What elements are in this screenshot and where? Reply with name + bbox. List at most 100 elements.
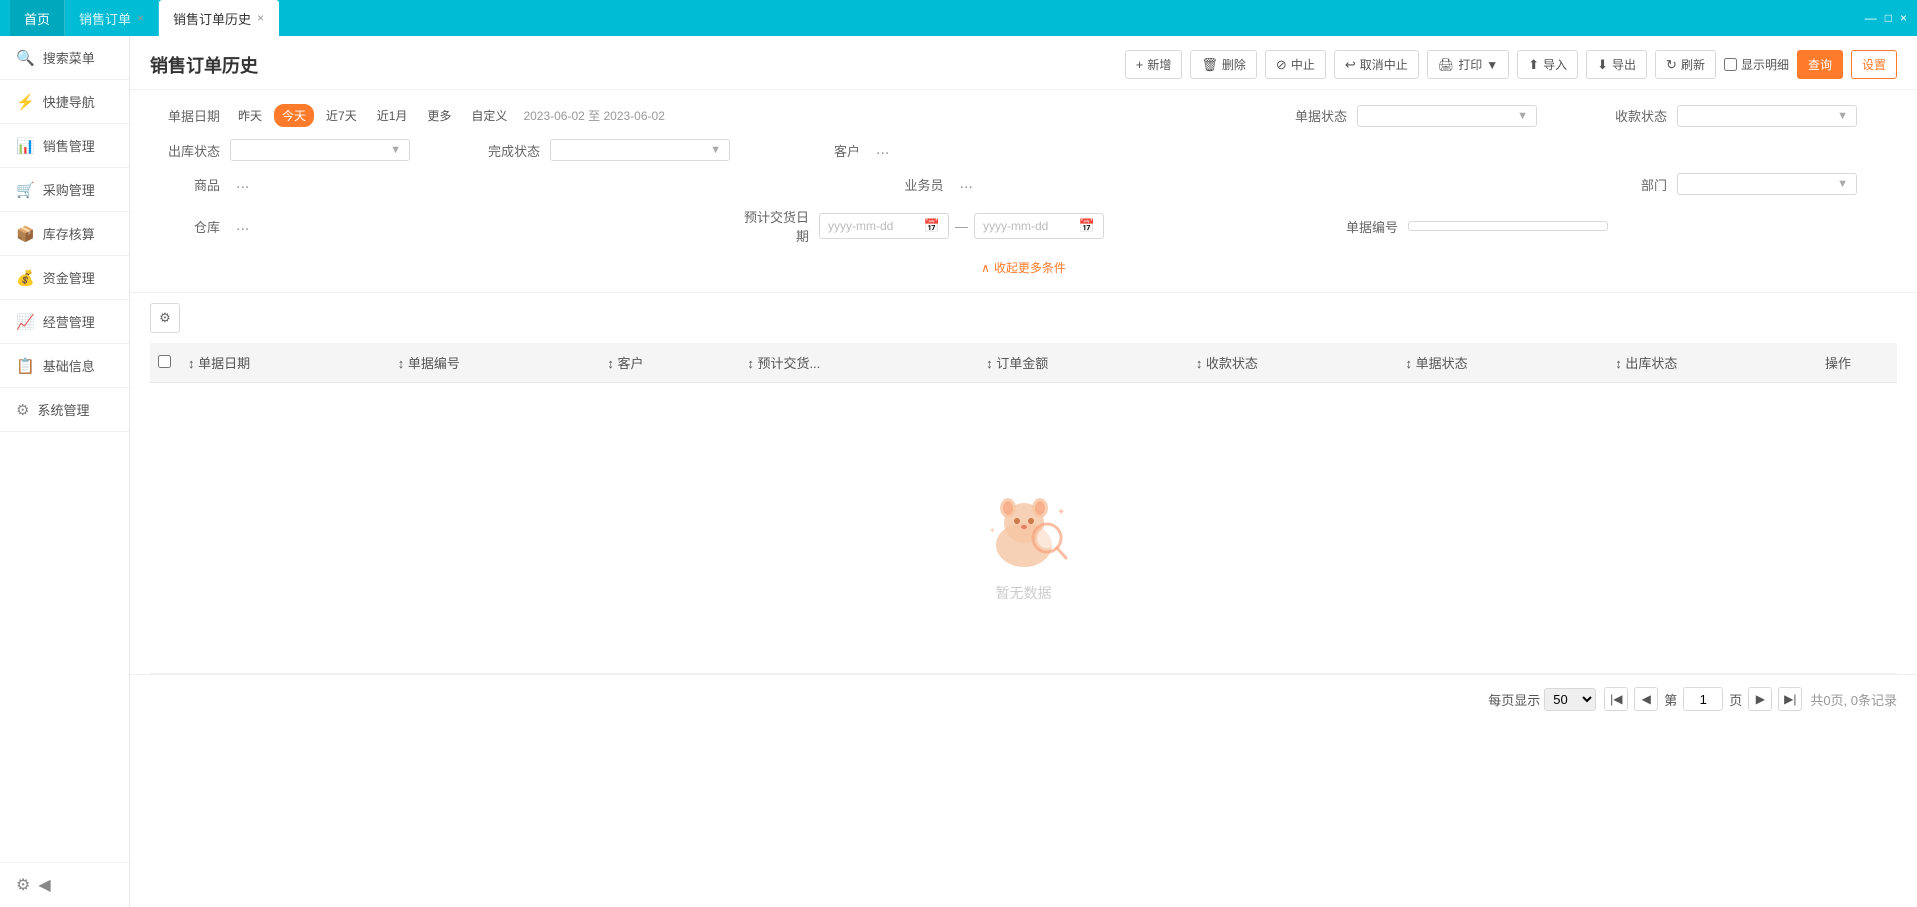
cancel-stop-icon: ↩	[1345, 57, 1356, 73]
date-range-display: 2023-06-02 至 2023-06-02	[523, 107, 664, 124]
filter-row-1: 单据日期 昨天 今天 近7天 近1月 更多 自定义 2023-06-02 至 2…	[150, 104, 1897, 127]
delivery-status-label: 出库状态	[150, 141, 230, 160]
date-btn-7days[interactable]: 近7天	[318, 104, 365, 127]
sidebar-item-operations[interactable]: 📈 经营管理	[0, 300, 129, 344]
finance-icon: 💰	[16, 269, 35, 287]
delete-label: 删除	[1222, 56, 1246, 73]
department-select[interactable]: ▼	[1677, 173, 1857, 195]
complete-status-select[interactable]: ▼	[550, 139, 730, 161]
sidebar-item-system[interactable]: ⚙ 系统管理	[0, 388, 129, 432]
print-button[interactable]: 🖨 打印 ▼	[1427, 50, 1509, 79]
col-date[interactable]: ↕ 单据日期	[180, 343, 390, 383]
col-amount-label: ↕ 订单金额	[986, 356, 1048, 371]
tab-sales-order[interactable]: 销售订单 ×	[65, 0, 159, 36]
current-page-input[interactable]	[1683, 687, 1723, 711]
sidebar-item-purchase[interactable]: 🛒 采购管理	[0, 168, 129, 212]
complete-status-control: ▼	[550, 139, 770, 161]
empty-state-row: ✦ ✦ 暂无数据	[150, 383, 1897, 674]
next-page-button[interactable]: ▶	[1748, 687, 1772, 711]
col-delivery-date[interactable]: ↕ 预计交货...	[739, 343, 978, 383]
tab-home-label: 首页	[24, 9, 50, 28]
table-settings-button[interactable]: ⚙	[150, 303, 180, 333]
customer-dots-btn[interactable]: ...	[870, 141, 895, 159]
delivery-date-from[interactable]: yyyy-mm-dd 📅	[819, 213, 949, 239]
col-number[interactable]: ↕ 单据编号	[390, 343, 600, 383]
sidebar-item-basic-info[interactable]: 📋 基础信息	[0, 344, 129, 388]
window-close-icon[interactable]: ×	[1900, 11, 1907, 25]
col-receipt-status[interactable]: ↕ 收款状态	[1188, 343, 1398, 383]
sidebar-settings-icon[interactable]: ⚙	[16, 875, 30, 895]
tab-sales-order-history-label: 销售订单历史	[173, 9, 251, 28]
date-btn-today[interactable]: 今天	[274, 104, 314, 127]
close-sales-order-icon[interactable]: ×	[137, 11, 144, 25]
receipt-status-label: 收款状态	[1597, 106, 1677, 125]
collapse-row[interactable]: ∧ 收起更多条件	[150, 257, 1897, 278]
query-label: 查询	[1808, 56, 1832, 73]
date-btn-yesterday[interactable]: 昨天	[230, 104, 270, 127]
table-toolbar: ⚙	[150, 293, 1897, 343]
tab-home[interactable]: 首页	[10, 0, 65, 36]
date-btn-more[interactable]: 更多	[419, 104, 459, 127]
first-page-button[interactable]: |◀	[1604, 687, 1628, 711]
receipt-status-select[interactable]: ▼	[1677, 105, 1857, 127]
operations-icon: 📈	[16, 313, 35, 331]
order-no-input[interactable]	[1408, 221, 1608, 231]
close-history-icon[interactable]: ×	[257, 11, 264, 25]
col-customer[interactable]: ↕ 客户	[599, 343, 739, 383]
department-label: 部门	[1597, 175, 1677, 194]
col-doc-status[interactable]: ↕ 单据状态	[1398, 343, 1608, 383]
col-delivery-status[interactable]: ↕ 出库状态	[1607, 343, 1817, 383]
salesperson-dots-btn[interactable]: ...	[954, 175, 979, 193]
filter-row-3: 商品 ... 业务员 ... 部门 ▼	[150, 173, 1897, 195]
date-btn-custom[interactable]: 自定义	[463, 104, 515, 127]
sidebar-item-inventory[interactable]: 📦 库存核算	[0, 212, 129, 256]
prev-page-button[interactable]: ◀	[1634, 687, 1658, 711]
export-button[interactable]: ⬇ 导出	[1586, 50, 1647, 79]
sidebar-item-quick-nav[interactable]: ⚡ 快捷导航	[0, 80, 129, 124]
col-operation-label: 操作	[1825, 356, 1851, 371]
col-receipt-status-label: ↕ 收款状态	[1196, 356, 1258, 371]
refresh-button[interactable]: ↻ 刷新	[1655, 50, 1716, 79]
tab-sales-order-history[interactable]: 销售订单历史 ×	[159, 0, 279, 36]
cancel-stop-button[interactable]: ↩ 取消中止	[1334, 50, 1419, 79]
status-chevron-icon: ▼	[1517, 110, 1528, 122]
delete-button[interactable]: 🗑 删除	[1190, 50, 1257, 79]
warehouse-label: 仓库	[150, 217, 230, 236]
date-buttons: 昨天 今天 近7天 近1月 更多 自定义	[230, 104, 515, 127]
top-bar-controls: — □ ×	[1865, 11, 1907, 25]
display-columns-checkbox[interactable]: 显示明细	[1724, 56, 1789, 73]
sidebar-item-finance[interactable]: 💰 资金管理	[0, 256, 129, 300]
warehouse-control: ...	[230, 217, 719, 235]
maximize-icon[interactable]: □	[1885, 11, 1892, 25]
print-label: 打印	[1458, 56, 1482, 73]
status-select[interactable]: ▼	[1357, 105, 1537, 127]
sidebar-item-search-menu[interactable]: 🔍 搜索菜单	[0, 36, 129, 80]
sidebar-item-sales[interactable]: 📊 销售管理	[0, 124, 129, 168]
delivery-date-to[interactable]: yyyy-mm-dd 📅	[974, 213, 1104, 239]
query-button[interactable]: 查询	[1797, 50, 1843, 79]
display-columns-input[interactable]	[1724, 58, 1737, 71]
import-button[interactable]: ⬆ 导入	[1517, 50, 1578, 79]
date-btn-1month[interactable]: 近1月	[369, 104, 416, 127]
sidebar-bottom: ⚙ ◀	[0, 862, 129, 907]
salesperson-control: ...	[954, 175, 1578, 193]
minimize-icon[interactable]: —	[1865, 11, 1877, 25]
date-separator: —	[955, 219, 968, 234]
last-page-button[interactable]: ▶|	[1778, 687, 1802, 711]
sidebar-collapse-icon[interactable]: ◀	[38, 875, 50, 895]
page-size-selector: 每页显示 10 20 50 100	[1488, 688, 1596, 711]
stop-button[interactable]: ⊘ 中止	[1265, 50, 1326, 79]
empty-illustration: ✦ ✦	[969, 473, 1079, 583]
col-operation: 操作	[1817, 343, 1897, 383]
goods-label: 商品	[150, 175, 230, 194]
empty-state: ✦ ✦ 暂无数据	[158, 393, 1889, 663]
per-page-select[interactable]: 10 20 50 100	[1544, 688, 1596, 711]
settings-button[interactable]: 设置	[1851, 50, 1897, 79]
col-amount[interactable]: ↕ 订单金额	[978, 343, 1188, 383]
delivery-status-select[interactable]: ▼	[230, 139, 410, 161]
select-all-checkbox[interactable]	[158, 355, 171, 368]
new-button[interactable]: + 新增	[1125, 50, 1183, 79]
goods-dots-btn[interactable]: ...	[230, 175, 255, 193]
total-info: 共0页, 0条记录	[1810, 690, 1897, 709]
warehouse-dots-btn[interactable]: ...	[230, 217, 255, 235]
